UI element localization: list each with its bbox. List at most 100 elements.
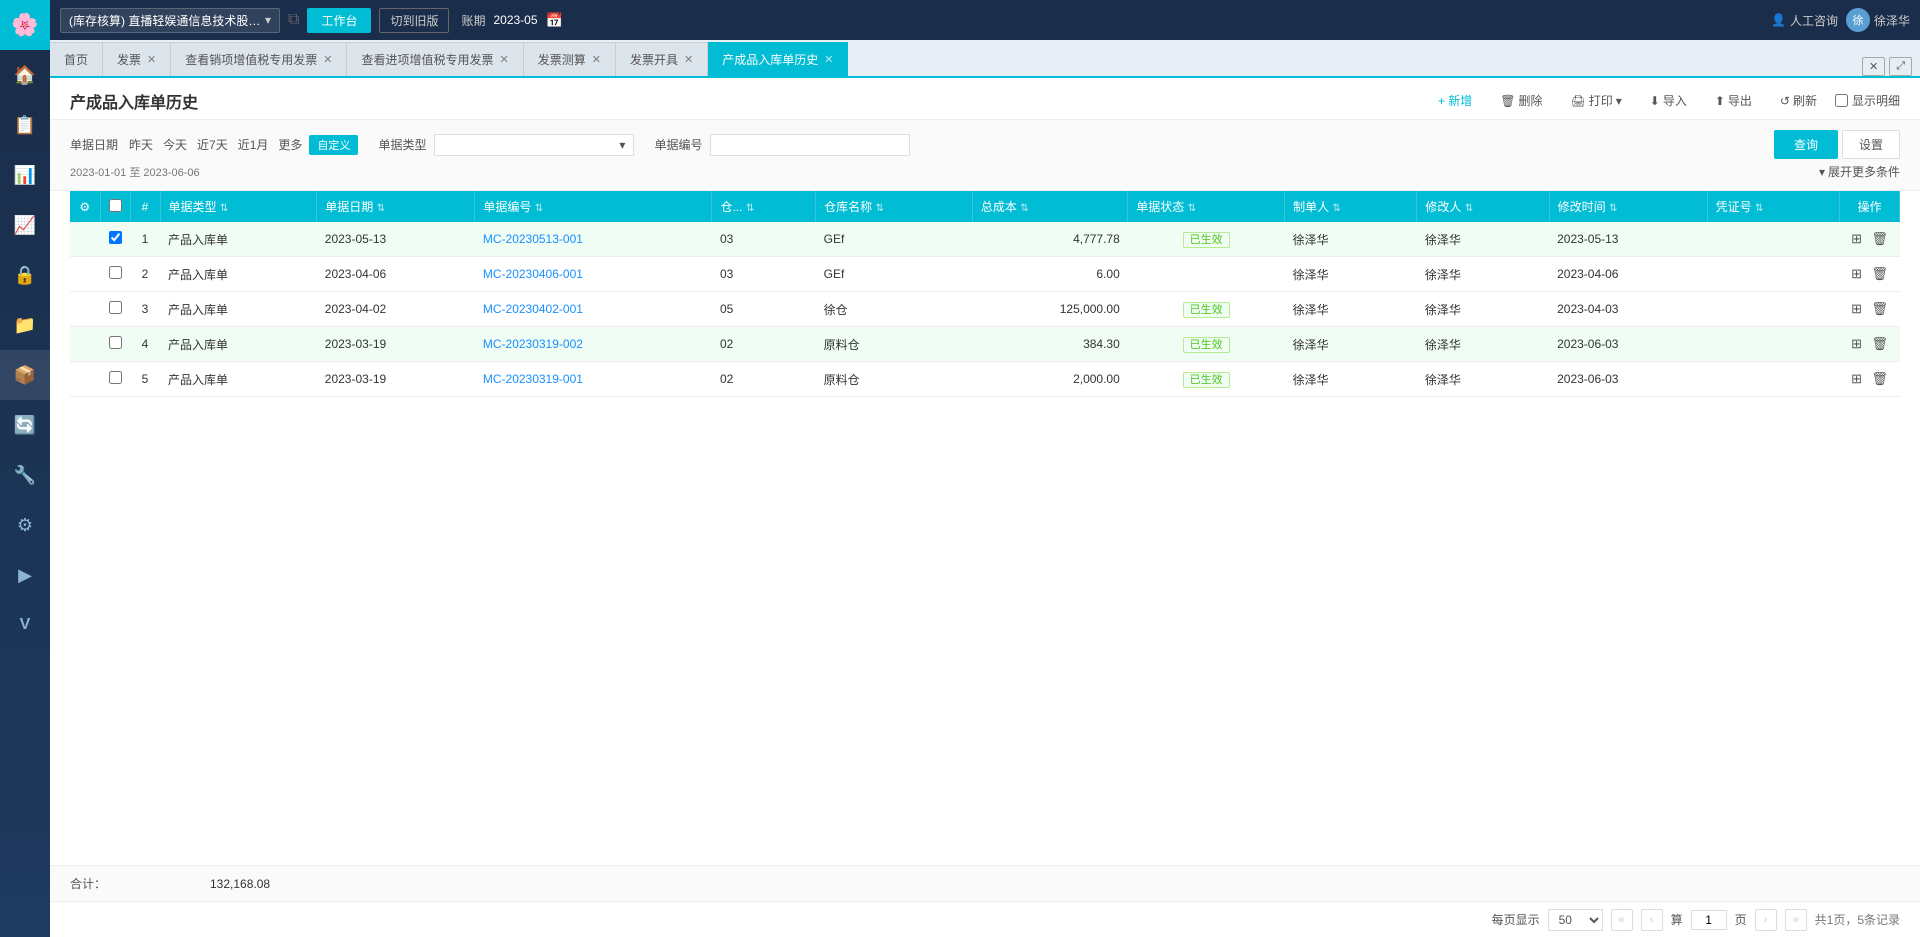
company-selector[interactable]: (库存核算) 直播轻娱通信息技术股份... ▾ bbox=[60, 8, 280, 33]
view-action-btn[interactable]: ⊞ bbox=[1848, 369, 1865, 389]
tab-invoice-close[interactable]: ✕ bbox=[147, 53, 156, 66]
switch-period-button[interactable]: 切到旧版 bbox=[379, 8, 449, 33]
td-checkbox[interactable] bbox=[100, 257, 130, 292]
page-input[interactable] bbox=[1691, 910, 1727, 930]
tab-invoice-issue-close[interactable]: ✕ bbox=[684, 53, 693, 66]
tab-view-sales-vat[interactable]: 查看销项增值税专用发票 ✕ bbox=[171, 42, 347, 76]
per-page-select[interactable]: 50 100 200 bbox=[1548, 909, 1603, 931]
record-link[interactable]: MC-20230319-001 bbox=[483, 372, 583, 386]
sidebar-item-docs[interactable]: 📋 bbox=[0, 100, 50, 150]
maximize-tab-btn[interactable]: ⤢ bbox=[1889, 57, 1912, 76]
tab-product-instock[interactable]: 产成品入库单历史 ✕ bbox=[708, 42, 848, 76]
tab-invoice-calc-close[interactable]: ✕ bbox=[592, 53, 601, 66]
sidebar-item-files[interactable]: 📁 bbox=[0, 300, 50, 350]
shortcut-1month[interactable]: 近1月 bbox=[235, 135, 272, 154]
td-number[interactable]: MC-20230513-001 bbox=[475, 222, 712, 257]
sidebar-item-tools[interactable]: 🔧 bbox=[0, 450, 50, 500]
shortcut-more[interactable]: 更多 bbox=[275, 135, 305, 154]
th-warehouse-code[interactable]: 仓... ⇅ bbox=[712, 191, 816, 222]
td-checkbox[interactable] bbox=[100, 292, 130, 327]
sidebar-item-inventory[interactable]: 📦 bbox=[0, 350, 50, 400]
show-detail-checkbox-label[interactable]: 显示明细 bbox=[1835, 92, 1900, 109]
td-number[interactable]: MC-20230319-002 bbox=[475, 327, 712, 362]
tab-view-sales-close[interactable]: ✕ bbox=[323, 53, 332, 66]
print-button[interactable]: 🖨 打印 ▾ bbox=[1560, 88, 1631, 113]
tab-home[interactable]: 首页 bbox=[50, 42, 103, 76]
td-number[interactable]: MC-20230319-001 bbox=[475, 362, 712, 397]
close-tab-btn[interactable]: ✕ bbox=[1862, 57, 1885, 76]
sidebar-item-play[interactable]: ▶ bbox=[0, 550, 50, 600]
th-total-cost[interactable]: 总成本 ⇅ bbox=[972, 191, 1127, 222]
view-action-btn[interactable]: ⊞ bbox=[1848, 264, 1865, 284]
row-checkbox[interactable] bbox=[109, 336, 122, 349]
th-modify-time[interactable]: 修改时间 ⇅ bbox=[1549, 191, 1707, 222]
row-checkbox[interactable] bbox=[109, 301, 122, 314]
th-modifier[interactable]: 修改人 ⇅ bbox=[1417, 191, 1549, 222]
td-checkbox[interactable] bbox=[100, 222, 130, 257]
sidebar-item-security[interactable]: 🔒 bbox=[0, 250, 50, 300]
shortcut-yesterday[interactable]: 昨天 bbox=[126, 135, 156, 154]
view-action-btn[interactable]: ⊞ bbox=[1848, 299, 1865, 319]
td-number[interactable]: MC-20230406-001 bbox=[475, 257, 712, 292]
th-number[interactable]: 单据编号 ⇅ bbox=[475, 191, 712, 222]
th-status[interactable]: 单据状态 ⇅ bbox=[1128, 191, 1285, 222]
th-checkbox[interactable] bbox=[100, 191, 130, 222]
delete-action-btn[interactable]: 🗑 bbox=[1868, 229, 1891, 249]
shortcut-today[interactable]: 今天 bbox=[160, 135, 190, 154]
sidebar-item-settings[interactable]: ⚙ bbox=[0, 500, 50, 550]
calendar-icon[interactable]: 📅 bbox=[546, 12, 563, 29]
tab-invoice[interactable]: 发票 ✕ bbox=[103, 42, 171, 76]
type-filter-select[interactable]: ▾ bbox=[434, 134, 634, 156]
number-filter-input[interactable] bbox=[710, 134, 910, 156]
tab-view-purchase-vat[interactable]: 查看进项增值税专用发票 ✕ bbox=[347, 42, 523, 76]
select-all-checkbox[interactable] bbox=[109, 199, 122, 212]
record-link[interactable]: MC-20230319-002 bbox=[483, 337, 583, 351]
td-checkbox[interactable] bbox=[100, 362, 130, 397]
last-page-btn[interactable]: » bbox=[1785, 909, 1807, 931]
sidebar-item-home[interactable]: 🏠 bbox=[0, 50, 50, 100]
tab-product-instock-close[interactable]: ✕ bbox=[824, 53, 833, 66]
sidebar-item-orders[interactable]: 🔄 bbox=[0, 400, 50, 450]
import-button[interactable]: ⬇ 导入 bbox=[1640, 88, 1697, 113]
th-date[interactable]: 单据日期 ⇅ bbox=[317, 191, 475, 222]
export-button[interactable]: ⬆ 导出 bbox=[1705, 88, 1762, 113]
th-voucher[interactable]: 凭证号 ⇅ bbox=[1707, 191, 1839, 222]
sidebar-item-analytics[interactable]: 📈 bbox=[0, 200, 50, 250]
th-settings[interactable]: ⚙ bbox=[70, 191, 100, 222]
add-button[interactable]: + 新增 bbox=[1428, 88, 1482, 113]
sidebar-item-reports[interactable]: 📊 bbox=[0, 150, 50, 200]
td-number[interactable]: MC-20230402-001 bbox=[475, 292, 712, 327]
tab-invoice-issue[interactable]: 发票开具 ✕ bbox=[616, 42, 708, 76]
shortcut-custom[interactable]: 自定义 bbox=[309, 135, 358, 155]
customer-service[interactable]: 👤 人工咨询 bbox=[1771, 12, 1838, 29]
delete-action-btn[interactable]: 🗑 bbox=[1868, 264, 1891, 284]
app-logo[interactable]: 🌸 bbox=[0, 0, 50, 50]
show-detail-checkbox[interactable] bbox=[1835, 94, 1848, 107]
refresh-button[interactable]: ↺ 刷新 bbox=[1770, 88, 1827, 113]
delete-action-btn[interactable]: 🗑 bbox=[1868, 334, 1891, 354]
th-warehouse-name[interactable]: 仓库名称 ⇅ bbox=[816, 191, 973, 222]
th-creator[interactable]: 制单人 ⇅ bbox=[1285, 191, 1417, 222]
copy-icon[interactable]: ⧉ bbox=[288, 11, 299, 29]
user-info[interactable]: 徐 徐泽华 bbox=[1846, 8, 1910, 32]
workbench-button[interactable]: 工作台 bbox=[307, 8, 371, 33]
view-action-btn[interactable]: ⊞ bbox=[1848, 334, 1865, 354]
delete-action-btn[interactable]: 🗑 bbox=[1868, 369, 1891, 389]
filter-settings-button[interactable]: 设置 bbox=[1842, 130, 1900, 159]
row-checkbox[interactable] bbox=[109, 266, 122, 279]
record-link[interactable]: MC-20230406-001 bbox=[483, 267, 583, 281]
sidebar-item-v[interactable]: V bbox=[0, 600, 50, 650]
prev-page-btn[interactable]: ‹ bbox=[1641, 909, 1663, 931]
tab-invoice-calc[interactable]: 发票测算 ✕ bbox=[524, 42, 616, 76]
search-button[interactable]: 查询 bbox=[1774, 130, 1838, 159]
td-checkbox[interactable] bbox=[100, 327, 130, 362]
tab-view-purchase-close[interactable]: ✕ bbox=[500, 53, 509, 66]
delete-action-btn[interactable]: 🗑 bbox=[1868, 299, 1891, 319]
expand-more-btn[interactable]: ▾ 展开更多条件 bbox=[1819, 163, 1900, 180]
first-page-btn[interactable]: « bbox=[1611, 909, 1633, 931]
row-checkbox[interactable] bbox=[109, 371, 122, 384]
th-type[interactable]: 单据类型 ⇅ bbox=[160, 191, 317, 222]
record-link[interactable]: MC-20230513-001 bbox=[483, 232, 583, 246]
next-page-btn[interactable]: › bbox=[1755, 909, 1777, 931]
row-checkbox[interactable] bbox=[109, 231, 122, 244]
